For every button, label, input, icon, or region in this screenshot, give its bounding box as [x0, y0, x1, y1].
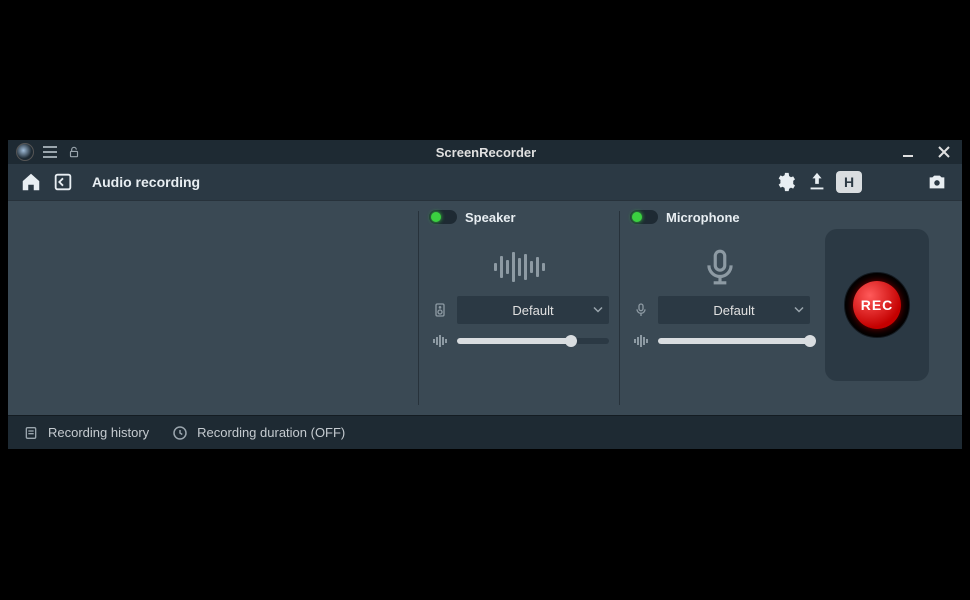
home-icon: [20, 171, 42, 193]
record-area: REC: [820, 201, 942, 415]
title-bar: ScreenRecorder: [8, 140, 962, 164]
h-button[interactable]: H: [834, 167, 864, 197]
speaker-device-select[interactable]: Default: [457, 296, 609, 324]
app-window: ScreenRecorder Audio rec: [8, 140, 962, 449]
record-label: REC: [861, 297, 894, 313]
history-label: Recording history: [48, 425, 149, 440]
speaker-volume-slider[interactable]: [457, 338, 609, 344]
mode-label: Audio recording: [92, 174, 200, 190]
waveform-icon: [494, 252, 545, 282]
speaker-volume-icon: [429, 335, 451, 347]
duration-label: Recording duration (OFF): [197, 425, 345, 440]
speaker-panel: Speaker Default: [419, 201, 619, 415]
speaker-device-row: Default: [429, 295, 609, 325]
main-area: Speaker Default: [8, 200, 962, 415]
close-icon: [937, 145, 951, 159]
slider-knob-icon: [565, 335, 577, 347]
microphone-big-icon: [630, 239, 810, 295]
app-logo-icon[interactable]: [16, 143, 34, 161]
microphone-header: Microphone: [630, 207, 810, 227]
microphone-device-select[interactable]: Default: [658, 296, 810, 324]
microphone-device-icon: [630, 299, 652, 321]
history-icon: [22, 424, 40, 442]
lock-icon: [67, 145, 81, 159]
speaker-device-icon: [429, 299, 451, 321]
toolbar: Audio recording H: [8, 164, 962, 200]
duration-icon: [171, 424, 189, 442]
back-icon: [52, 171, 74, 193]
menu-button[interactable]: [42, 144, 58, 160]
left-spacer: [8, 201, 418, 415]
chevron-down-icon: [794, 303, 804, 318]
record-button[interactable]: REC: [844, 272, 910, 338]
recording-duration-button[interactable]: Recording duration (OFF): [171, 424, 345, 442]
titlebar-right: [890, 140, 962, 164]
microphone-toggle[interactable]: [630, 210, 658, 224]
recording-history-button[interactable]: Recording history: [22, 424, 149, 442]
speaker-volume-row: [429, 335, 609, 347]
toggle-knob-icon: [431, 212, 441, 222]
hamburger-icon: [43, 146, 57, 158]
window-title: ScreenRecorder: [82, 145, 890, 160]
microphone-volume-icon: [630, 335, 652, 347]
speaker-device-value: Default: [512, 303, 553, 318]
h-badge-icon: H: [836, 171, 862, 193]
toggle-knob-icon: [632, 212, 642, 222]
speaker-label: Speaker: [465, 210, 516, 225]
slider-track: [457, 338, 571, 344]
microphone-device-row: Default: [630, 295, 810, 325]
camera-icon: [926, 171, 948, 193]
footer-bar: Recording history Recording duration (OF…: [8, 415, 962, 449]
microphone-device-value: Default: [713, 303, 754, 318]
screenshot-button[interactable]: [922, 167, 952, 197]
upload-icon: [806, 171, 828, 193]
speaker-waveform-icon: [429, 239, 609, 295]
home-button[interactable]: [16, 167, 46, 197]
microphone-label: Microphone: [666, 210, 740, 225]
slider-track: [658, 338, 810, 344]
close-button[interactable]: [926, 140, 962, 164]
minimize-icon: [901, 145, 915, 159]
record-icon: REC: [853, 281, 901, 329]
back-button[interactable]: [48, 167, 78, 197]
microphone-icon: [701, 248, 739, 286]
minimize-button[interactable]: [890, 140, 926, 164]
settings-button[interactable]: [770, 167, 800, 197]
speaker-header: Speaker: [429, 207, 609, 227]
upload-button[interactable]: [802, 167, 832, 197]
chevron-down-icon: [593, 303, 603, 318]
slider-knob-icon: [804, 335, 816, 347]
titlebar-left: [8, 143, 82, 161]
gear-icon: [774, 171, 796, 193]
microphone-volume-slider[interactable]: [658, 338, 810, 344]
microphone-volume-row: [630, 335, 810, 347]
lock-button[interactable]: [66, 144, 82, 160]
speaker-toggle[interactable]: [429, 210, 457, 224]
microphone-panel: Microphone Default: [620, 201, 820, 415]
record-panel: REC: [825, 229, 929, 381]
